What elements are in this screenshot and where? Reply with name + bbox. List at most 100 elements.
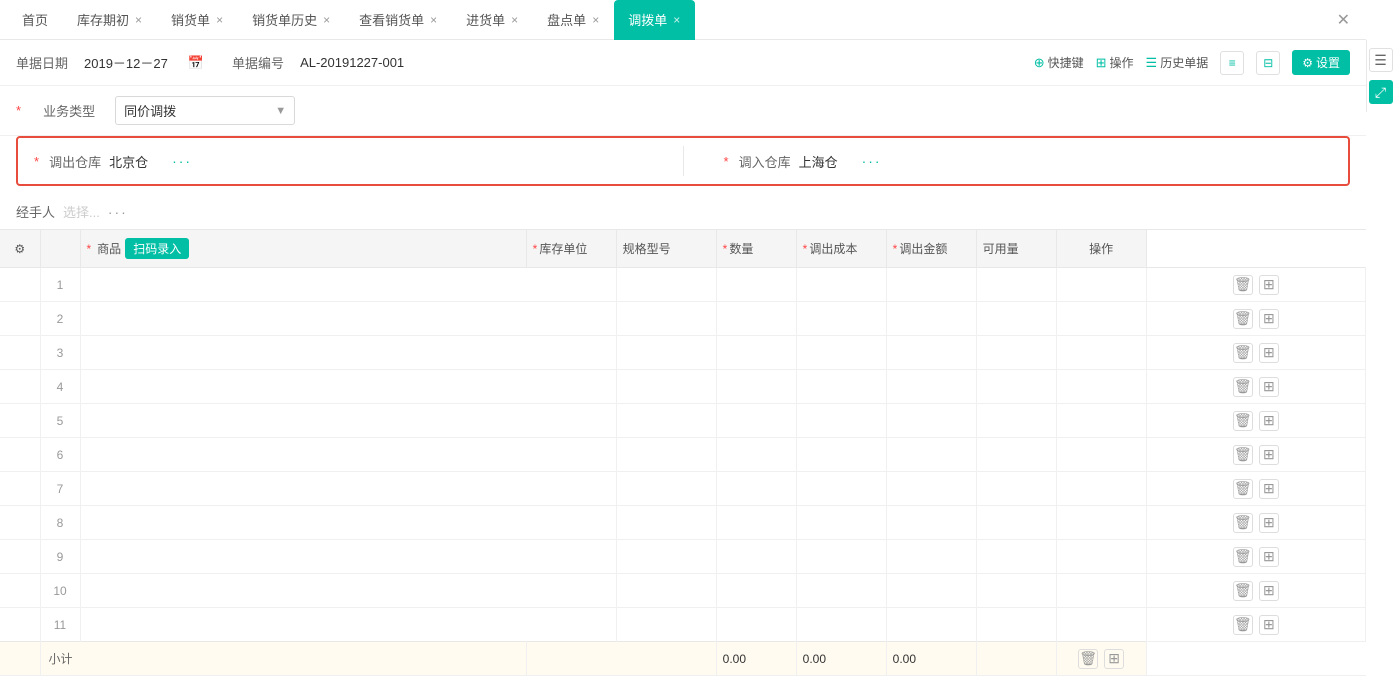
copy-btn-5[interactable]: ⊞	[1259, 411, 1279, 431]
row-unit-8[interactable]	[616, 506, 716, 540]
row-spec-1[interactable]	[716, 268, 796, 302]
row-product-8[interactable]	[80, 506, 616, 540]
row-amount-4[interactable]	[976, 370, 1056, 404]
tab-bar-close[interactable]: ✕	[1329, 10, 1358, 30]
row-product-2[interactable]	[80, 302, 616, 336]
row-unit-9[interactable]	[616, 540, 716, 574]
delete-btn-1[interactable]: 🗑	[1233, 275, 1253, 295]
row-available-10[interactable]	[1056, 574, 1146, 608]
row-amount-11[interactable]	[976, 608, 1056, 642]
grid-icon-1[interactable]: ≡	[1220, 51, 1244, 75]
copy-btn-10[interactable]: ⊞	[1259, 581, 1279, 601]
row-spec-6[interactable]	[716, 438, 796, 472]
row-qty-7[interactable]	[796, 472, 886, 506]
tab-close-view-sales[interactable]: ×	[430, 13, 437, 27]
row-cost-6[interactable]	[886, 438, 976, 472]
row-cost-5[interactable]	[886, 404, 976, 438]
subtotal-copy-btn[interactable]: ⊞	[1104, 649, 1124, 669]
handler-input[interactable]: 选择...	[63, 202, 100, 221]
row-available-7[interactable]	[1056, 472, 1146, 506]
delete-btn-6[interactable]: 🗑	[1233, 445, 1253, 465]
row-amount-3[interactable]	[976, 336, 1056, 370]
row-cost-3[interactable]	[886, 336, 976, 370]
grid-icon-2[interactable]: ⊟	[1256, 51, 1280, 75]
row-product-1[interactable]	[80, 268, 616, 302]
warehouse-out-more[interactable]: ···	[172, 153, 192, 169]
copy-btn-3[interactable]: ⊞	[1259, 343, 1279, 363]
sidebar-doc-list-icon[interactable]: ☰	[1369, 48, 1393, 72]
row-available-11[interactable]	[1056, 608, 1146, 642]
row-unit-11[interactable]	[616, 608, 716, 642]
row-unit-4[interactable]	[616, 370, 716, 404]
row-product-11[interactable]	[80, 608, 616, 642]
row-qty-5[interactable]	[796, 404, 886, 438]
row-available-6[interactable]	[1056, 438, 1146, 472]
row-spec-9[interactable]	[716, 540, 796, 574]
copy-btn-11[interactable]: ⊞	[1259, 615, 1279, 635]
warehouse-in-more[interactable]: ···	[862, 153, 882, 169]
shortcut-action[interactable]: ⊕ 快捷键	[1034, 54, 1084, 71]
tab-inventory-init[interactable]: 库存期初×	[63, 0, 157, 40]
row-available-3[interactable]	[1056, 336, 1146, 370]
copy-btn-9[interactable]: ⊞	[1259, 547, 1279, 567]
set-button[interactable]: ⚙ 设置	[1292, 50, 1350, 75]
row-product-5[interactable]	[80, 404, 616, 438]
row-amount-1[interactable]	[976, 268, 1056, 302]
delete-btn-7[interactable]: 🗑	[1233, 479, 1253, 499]
tab-close-sales-history[interactable]: ×	[323, 13, 330, 27]
tab-close-transfer-order[interactable]: ×	[673, 13, 680, 27]
copy-btn-6[interactable]: ⊞	[1259, 445, 1279, 465]
row-amount-9[interactable]	[976, 540, 1056, 574]
tab-home[interactable]: 首页	[8, 0, 63, 40]
row-cost-10[interactable]	[886, 574, 976, 608]
operate-action[interactable]: ⊞ 操作	[1096, 54, 1134, 71]
tab-close-purchase-order[interactable]: ×	[511, 13, 518, 27]
row-product-9[interactable]	[80, 540, 616, 574]
delete-btn-10[interactable]: 🗑	[1233, 581, 1253, 601]
row-cost-1[interactable]	[886, 268, 976, 302]
tab-view-sales[interactable]: 查看销货单×	[345, 0, 452, 40]
row-available-5[interactable]	[1056, 404, 1146, 438]
row-qty-3[interactable]	[796, 336, 886, 370]
history-action[interactable]: ☰ 历史单据	[1146, 54, 1209, 71]
row-spec-3[interactable]	[716, 336, 796, 370]
row-unit-7[interactable]	[616, 472, 716, 506]
row-amount-2[interactable]	[976, 302, 1056, 336]
row-qty-2[interactable]	[796, 302, 886, 336]
row-product-6[interactable]	[80, 438, 616, 472]
tab-close-sales-order[interactable]: ×	[216, 13, 223, 27]
row-spec-4[interactable]	[716, 370, 796, 404]
row-spec-8[interactable]	[716, 506, 796, 540]
tab-purchase-order[interactable]: 进货单×	[452, 0, 533, 40]
row-amount-10[interactable]	[976, 574, 1056, 608]
business-type-select[interactable]: 同价调拨 ▼	[115, 96, 295, 125]
row-amount-7[interactable]	[976, 472, 1056, 506]
row-cost-4[interactable]	[886, 370, 976, 404]
row-cost-9[interactable]	[886, 540, 976, 574]
row-unit-5[interactable]	[616, 404, 716, 438]
delete-btn-11[interactable]: 🗑	[1233, 615, 1253, 635]
row-available-2[interactable]	[1056, 302, 1146, 336]
row-qty-10[interactable]	[796, 574, 886, 608]
row-spec-7[interactable]	[716, 472, 796, 506]
sidebar-expand-icon[interactable]: ⤢	[1369, 80, 1393, 104]
handler-more[interactable]: ···	[108, 204, 128, 220]
delete-btn-8[interactable]: 🗑	[1233, 513, 1253, 533]
tab-inventory-check[interactable]: 盘点单×	[533, 0, 614, 40]
delete-btn-5[interactable]: 🗑	[1233, 411, 1253, 431]
row-amount-8[interactable]	[976, 506, 1056, 540]
tab-sales-order[interactable]: 销货单×	[157, 0, 238, 40]
col-gear-header[interactable]: ⚙	[0, 230, 40, 268]
row-qty-11[interactable]	[796, 608, 886, 642]
scan-button[interactable]: 扫码录入	[125, 238, 189, 259]
subtotal-delete-btn[interactable]: 🗑	[1078, 649, 1098, 669]
copy-btn-4[interactable]: ⊞	[1259, 377, 1279, 397]
row-available-9[interactable]	[1056, 540, 1146, 574]
row-qty-8[interactable]	[796, 506, 886, 540]
delete-btn-3[interactable]: 🗑	[1233, 343, 1253, 363]
tab-transfer-order[interactable]: 调拨单×	[614, 0, 695, 40]
row-available-1[interactable]	[1056, 268, 1146, 302]
tab-sales-history[interactable]: 销货单历史×	[238, 0, 345, 40]
delete-btn-2[interactable]: 🗑	[1233, 309, 1253, 329]
tab-close-inventory-check[interactable]: ×	[592, 13, 599, 27]
